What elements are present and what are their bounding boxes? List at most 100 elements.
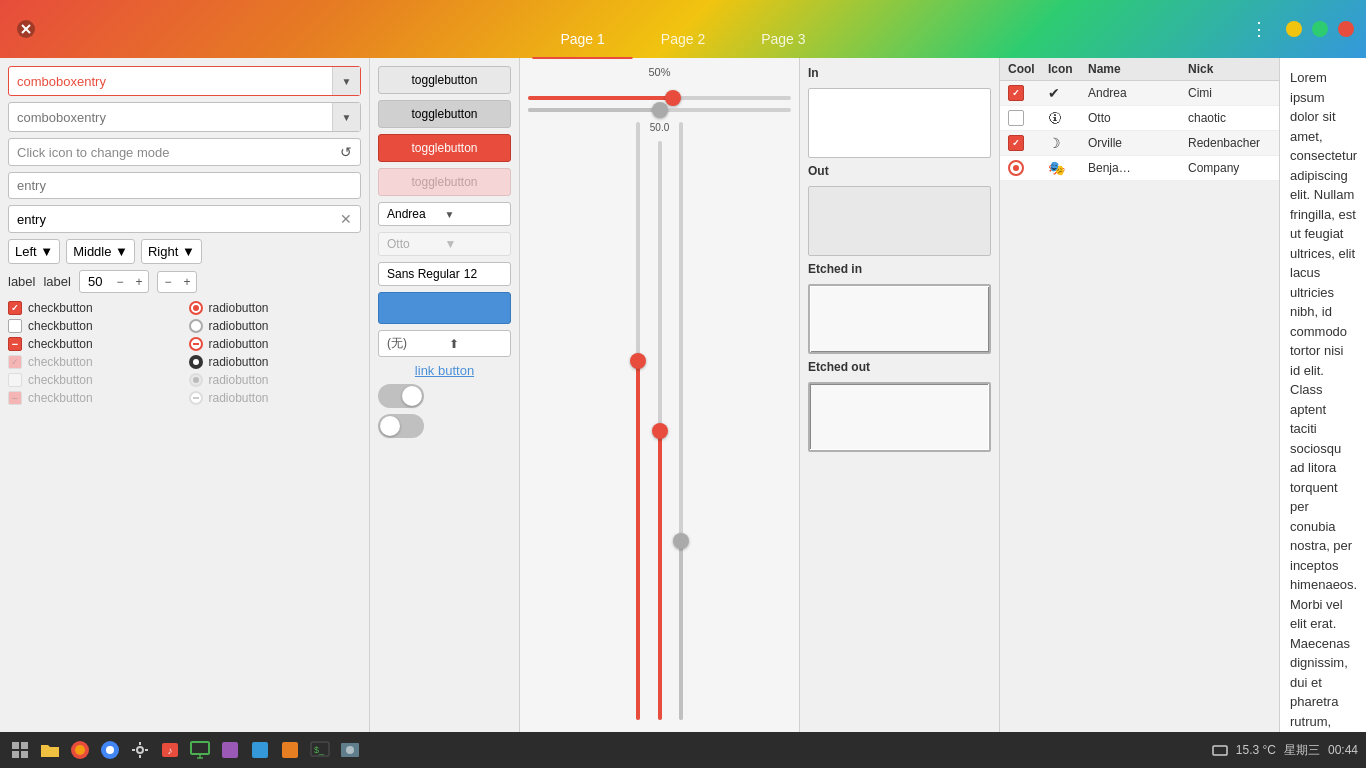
- combo-andrea-arrow: ▼: [445, 209, 503, 220]
- v-slider3-thumb[interactable]: [673, 533, 689, 549]
- dropdown-left[interactable]: Left ▼: [8, 239, 60, 264]
- file-upload-icon[interactable]: ⬆: [449, 337, 503, 351]
- entry-plain-input[interactable]: [17, 178, 352, 193]
- svg-rect-14: [191, 742, 209, 754]
- entry-icon-row: Click icon to change mode ↺: [8, 138, 361, 166]
- menu-icon[interactable]: ⋮: [1250, 18, 1268, 40]
- combo2-dropdown-btn[interactable]: ▼: [332, 103, 360, 131]
- radio2[interactable]: radiobutton: [189, 319, 362, 333]
- toggle-btn4: togglebutton: [378, 168, 511, 196]
- row2-icon: ☽: [1048, 135, 1088, 151]
- checkbox4-label: checkbutton: [28, 355, 93, 369]
- v-slider2-track[interactable]: [658, 141, 662, 720]
- taskbar-app2-icon[interactable]: [248, 738, 272, 762]
- file-chooser[interactable]: (无) ⬆: [378, 330, 511, 357]
- spin2-minus-btn[interactable]: −: [158, 272, 177, 292]
- toggle-btn1[interactable]: togglebutton: [378, 66, 511, 94]
- taskbar-monitor-icon[interactable]: [188, 738, 212, 762]
- row1-name: Otto: [1088, 111, 1188, 125]
- checkbox4-disabled: ✓: [8, 355, 22, 369]
- clear-icon[interactable]: ✕: [340, 211, 352, 227]
- svg-point-8: [75, 745, 85, 755]
- switch2[interactable]: [378, 414, 424, 438]
- h-sliders-section: [528, 96, 791, 112]
- close-button[interactable]: [8, 11, 44, 47]
- col-nick: Nick: [1188, 62, 1288, 76]
- svg-rect-6: [21, 751, 28, 758]
- taskbar-grid-icon[interactable]: [8, 738, 32, 762]
- taskbar-settings-icon[interactable]: [128, 738, 152, 762]
- row3-cool: [1008, 160, 1048, 176]
- close-dot[interactable]: [1338, 21, 1354, 37]
- v-slider3-fill: [679, 541, 683, 720]
- checkbox3-label: checkbutton: [28, 337, 93, 351]
- taskbar-firefox-icon[interactable]: [68, 738, 92, 762]
- switch1[interactable]: [378, 384, 424, 408]
- list-row-3[interactable]: 🎭 Benja… Company: [1000, 156, 1279, 181]
- spin-minus-btn[interactable]: −: [110, 272, 129, 292]
- dropdown-right[interactable]: Right ▼: [141, 239, 202, 264]
- dropdown-middle[interactable]: Middle ▼: [66, 239, 135, 264]
- v-slider1-track[interactable]: [636, 122, 640, 720]
- check3[interactable]: − checkbutton: [8, 337, 181, 351]
- list-row-1[interactable]: 🛈 Otto chaotic: [1000, 106, 1279, 131]
- h-slider2[interactable]: [528, 108, 791, 112]
- frame1-label: In: [808, 66, 991, 80]
- toggle-btn3[interactable]: togglebutton: [378, 134, 511, 162]
- spin2-plus-btn[interactable]: +: [177, 272, 196, 292]
- toggle-btn2[interactable]: togglebutton: [378, 100, 511, 128]
- h-slider1[interactable]: [528, 96, 791, 100]
- h-slider1-thumb[interactable]: [665, 90, 681, 106]
- link-button[interactable]: link button: [378, 363, 511, 378]
- radio5-label: radiobutton: [209, 373, 269, 387]
- list-row-2[interactable]: ✓ ☽ Orville Redenbacher: [1000, 131, 1279, 156]
- font-label: Sans Regular: [387, 267, 460, 281]
- combo-andrea[interactable]: Andrea ▼: [378, 202, 511, 226]
- tab-page1[interactable]: Page 1: [532, 23, 632, 59]
- taskbar-app1-icon[interactable]: [218, 738, 242, 762]
- combo2-entry[interactable]: [9, 105, 332, 130]
- titlebar-actions: ⋮: [1250, 18, 1354, 40]
- taskbar-chrome-icon[interactable]: [98, 738, 122, 762]
- minimize-dot[interactable]: [1286, 21, 1302, 37]
- spin-row: label label 50 − + − +: [8, 270, 361, 293]
- taskbar-photo-icon[interactable]: [338, 738, 362, 762]
- taskbar-music-icon[interactable]: ♪: [158, 738, 182, 762]
- check4: ✓ checkbutton: [8, 355, 181, 369]
- spin-box2: − +: [157, 271, 197, 293]
- v-slider2-thumb[interactable]: [652, 423, 668, 439]
- h-slider2-thumb[interactable]: [652, 102, 668, 118]
- entry-plain-row: [8, 172, 361, 199]
- list-row-0[interactable]: ✓ ✔ Andrea Cimi: [1000, 81, 1279, 106]
- radio1[interactable]: radiobutton: [189, 301, 362, 315]
- tab-page2[interactable]: Page 2: [633, 23, 733, 59]
- taskbar: ♪ $_ 15.3 °C 星期三 00:44: [0, 732, 1366, 768]
- check2[interactable]: checkbutton: [8, 319, 181, 333]
- list-header: Cool Icon Name Nick: [1000, 58, 1279, 81]
- spin-plus-btn[interactable]: +: [129, 272, 148, 292]
- v-slider1-thumb[interactable]: [630, 353, 646, 369]
- v-slider1-fill: [636, 361, 640, 720]
- refresh-icon[interactable]: ↺: [340, 144, 352, 160]
- tab-page3[interactable]: Page 3: [733, 23, 833, 59]
- v-slider2-fill: [658, 431, 662, 721]
- color-button[interactable]: [378, 292, 511, 324]
- combo-otto-value: Otto: [387, 237, 445, 251]
- radio4-indicator: [189, 355, 203, 369]
- combo-otto-arrow: ▼: [445, 237, 503, 251]
- frame4-label: Etched out: [808, 360, 991, 374]
- taskbar-terminal-icon[interactable]: $_: [308, 738, 332, 762]
- entry-value-input[interactable]: [17, 212, 340, 227]
- font-selector[interactable]: Sans Regular 12: [378, 262, 511, 286]
- taskbar-app3-icon[interactable]: [278, 738, 302, 762]
- combo1-dropdown-btn[interactable]: ▼: [332, 67, 360, 95]
- radio3[interactable]: radiobutton: [189, 337, 362, 351]
- row1-cool: [1008, 110, 1048, 126]
- taskbar-folder-icon[interactable]: [38, 738, 62, 762]
- radio5-indicator: [189, 373, 203, 387]
- combo1-entry[interactable]: [9, 69, 332, 94]
- v-slider3-track[interactable]: [679, 122, 683, 720]
- check1[interactable]: ✓ checkbutton: [8, 301, 181, 315]
- keyboard-icon[interactable]: [1212, 742, 1228, 758]
- maximize-dot[interactable]: [1312, 21, 1328, 37]
